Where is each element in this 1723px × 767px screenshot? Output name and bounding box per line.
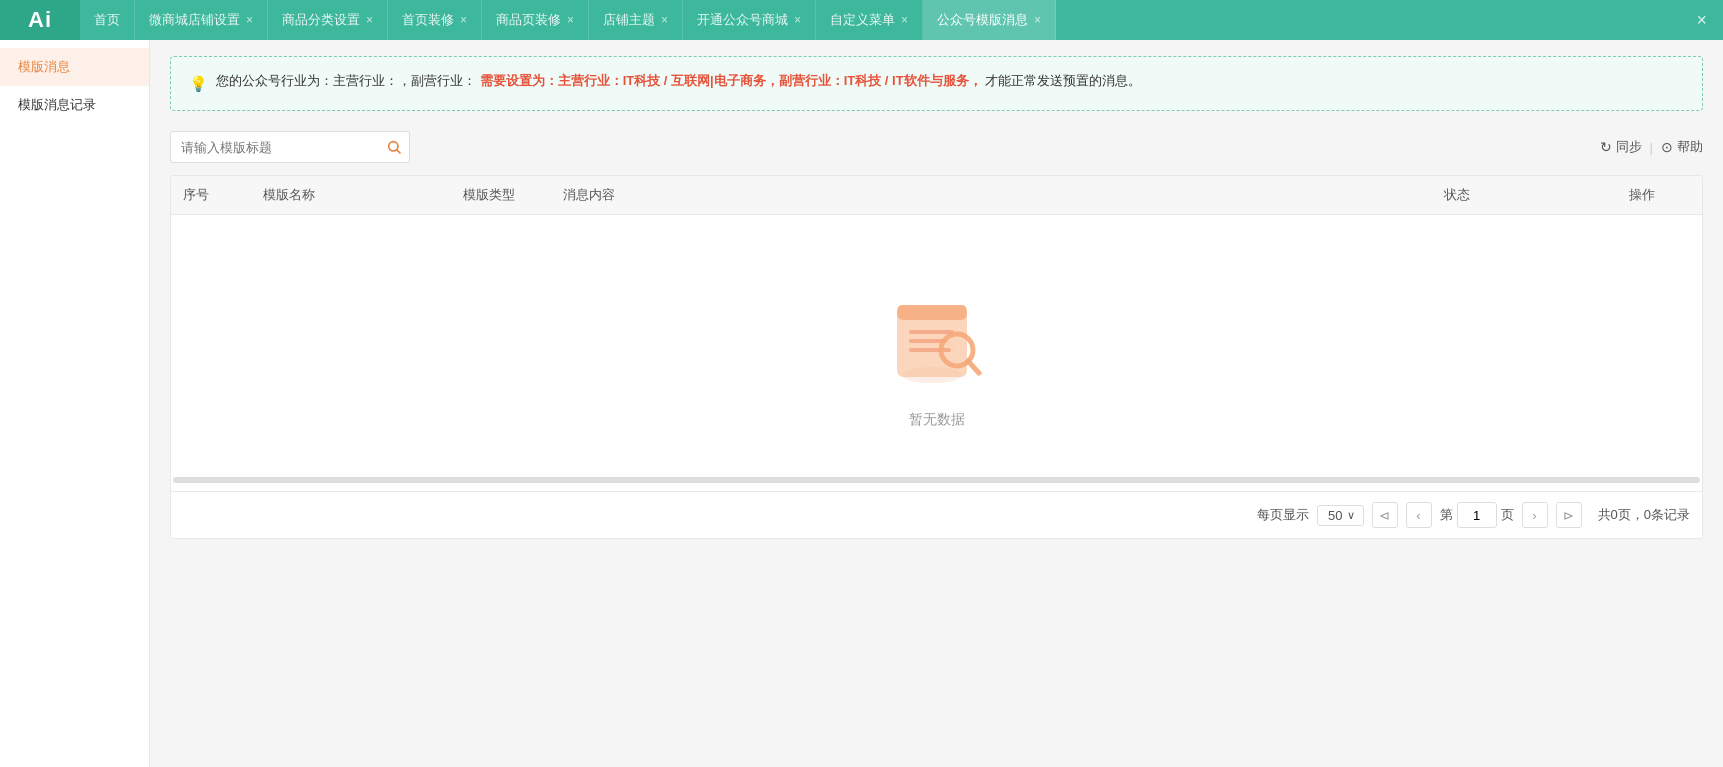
first-page-button[interactable]: ⊲ xyxy=(1372,502,1398,528)
empty-text: 暂无数据 xyxy=(909,411,965,429)
sync-button[interactable]: ↻ 同步 xyxy=(1600,138,1642,156)
th-type: 模版类型 xyxy=(451,176,551,214)
scrollbar-track[interactable] xyxy=(173,477,1700,483)
th-action: 操作 xyxy=(1582,176,1702,214)
tab-close-custom-menu[interactable]: × xyxy=(901,13,908,27)
search-input-wrapper xyxy=(170,131,410,163)
help-button[interactable]: ⊙ 帮助 xyxy=(1661,138,1703,156)
search-right: ↻ 同步 | ⊙ 帮助 xyxy=(1600,138,1703,156)
tab-close-wshop-settings[interactable]: × xyxy=(246,13,253,27)
scrollbar-row xyxy=(171,469,1702,491)
sync-icon: ↻ xyxy=(1600,139,1612,155)
empty-icon xyxy=(877,275,997,395)
per-page-value: 50 xyxy=(1328,508,1342,523)
svg-point-8 xyxy=(948,341,956,349)
th-name: 模版名称 xyxy=(251,176,451,214)
page-prefix: 第 xyxy=(1440,506,1453,524)
notice-text: 您的公众号行业为：主营行业：，副营行业： 需要设置为：主营行业：IT科技 / 互… xyxy=(216,71,1141,92)
nav-tab-category-settings[interactable]: 商品分类设置× xyxy=(268,0,388,40)
notice-highlight: 需要设置为：主营行业：IT科技 / 互联网|电子商务，副营行业：IT科技 / I… xyxy=(480,73,982,88)
empty-state: 暂无数据 xyxy=(171,215,1702,469)
nav-tabs: 首页微商城店铺设置×商品分类设置×首页装修×商品页装修×店铺主题×开通公众号商城… xyxy=(80,0,1680,40)
nav-tab-homepage-decor[interactable]: 首页装修× xyxy=(388,0,482,40)
tab-close-product-decor[interactable]: × xyxy=(567,13,574,27)
help-label: 帮助 xyxy=(1677,138,1703,156)
tab-close-shop-theme[interactable]: × xyxy=(661,13,668,27)
content-area: 💡 您的公众号行业为：主营行业：，副营行业： 需要设置为：主营行业：IT科技 /… xyxy=(150,40,1723,767)
nav-tab-wshop-settings[interactable]: 微商城店铺设置× xyxy=(135,0,268,40)
nav-tab-open-wechat-shop[interactable]: 开通公众号商城× xyxy=(683,0,816,40)
total-text: 共0页，0条记录 xyxy=(1598,506,1690,524)
search-button[interactable] xyxy=(386,139,402,155)
table-header: 序号 模版名称 模版类型 消息内容 状态 操作 xyxy=(171,176,1702,215)
notice-text-after: 才能正常发送预置的消息。 xyxy=(985,73,1141,88)
svg-rect-5 xyxy=(909,348,951,352)
main-layout: 模版消息模版消息记录 💡 您的公众号行业为：主营行业：，副营行业： 需要设置为：… xyxy=(0,40,1723,767)
nav-tab-shop-theme[interactable]: 店铺主题× xyxy=(589,0,683,40)
nav-tab-home[interactable]: 首页 xyxy=(80,0,135,40)
th-content: 消息内容 xyxy=(551,176,1432,214)
page-unit: 页 xyxy=(1501,506,1514,524)
sidebar-item-template-msg-record[interactable]: 模版消息记录 xyxy=(0,86,149,124)
page-input[interactable] xyxy=(1457,502,1497,528)
sidebar: 模版消息模版消息记录 xyxy=(0,40,150,767)
app-logo: Ai xyxy=(0,0,80,40)
divider: | xyxy=(1650,140,1653,155)
search-bar: ↻ 同步 | ⊙ 帮助 xyxy=(170,131,1703,163)
bulb-icon: 💡 xyxy=(189,72,208,96)
nav-tab-custom-menu[interactable]: 自定义菜单× xyxy=(816,0,923,40)
page-info: 第 页 xyxy=(1440,502,1514,528)
sidebar-item-template-msg[interactable]: 模版消息 xyxy=(0,48,149,86)
pagination-bar: 每页显示 50 ∨ ⊲ ‹ 第 页 › ⊳ 共0页，0条记录 xyxy=(171,491,1702,538)
search-left xyxy=(170,131,410,163)
close-all-button[interactable]: × xyxy=(1680,0,1723,40)
th-status: 状态 xyxy=(1432,176,1582,214)
search-input[interactable] xyxy=(170,131,410,163)
th-seq: 序号 xyxy=(171,176,251,214)
prev-page-button[interactable]: ‹ xyxy=(1406,502,1432,528)
svg-line-7 xyxy=(968,361,979,373)
notice-text-before: 您的公众号行业为：主营行业：，副营行业： xyxy=(216,73,476,88)
sync-label: 同步 xyxy=(1616,138,1642,156)
tab-close-open-wechat-shop[interactable]: × xyxy=(794,13,801,27)
notice-box: 💡 您的公众号行业为：主营行业：，副营行业： 需要设置为：主营行业：IT科技 /… xyxy=(170,56,1703,111)
nav-tab-template-msg[interactable]: 公众号模版消息× xyxy=(923,0,1056,40)
help-icon: ⊙ xyxy=(1661,139,1673,155)
per-page-select[interactable]: 50 ∨ xyxy=(1317,505,1363,526)
table-wrapper: 序号 模版名称 模版类型 消息内容 状态 操作 xyxy=(170,175,1703,539)
tab-close-homepage-decor[interactable]: × xyxy=(460,13,467,27)
per-page-chevron: ∨ xyxy=(1347,509,1355,522)
next-page-button[interactable]: › xyxy=(1522,502,1548,528)
svg-line-1 xyxy=(397,150,400,153)
tab-close-category-settings[interactable]: × xyxy=(366,13,373,27)
nav-tab-product-decor[interactable]: 商品页装修× xyxy=(482,0,589,40)
svg-rect-3 xyxy=(909,330,954,334)
top-nav: Ai 首页微商城店铺设置×商品分类设置×首页装修×商品页装修×店铺主题×开通公众… xyxy=(0,0,1723,40)
tab-close-template-msg[interactable]: × xyxy=(1034,13,1041,27)
per-page-label: 每页显示 xyxy=(1257,506,1309,524)
last-page-button[interactable]: ⊳ xyxy=(1556,502,1582,528)
